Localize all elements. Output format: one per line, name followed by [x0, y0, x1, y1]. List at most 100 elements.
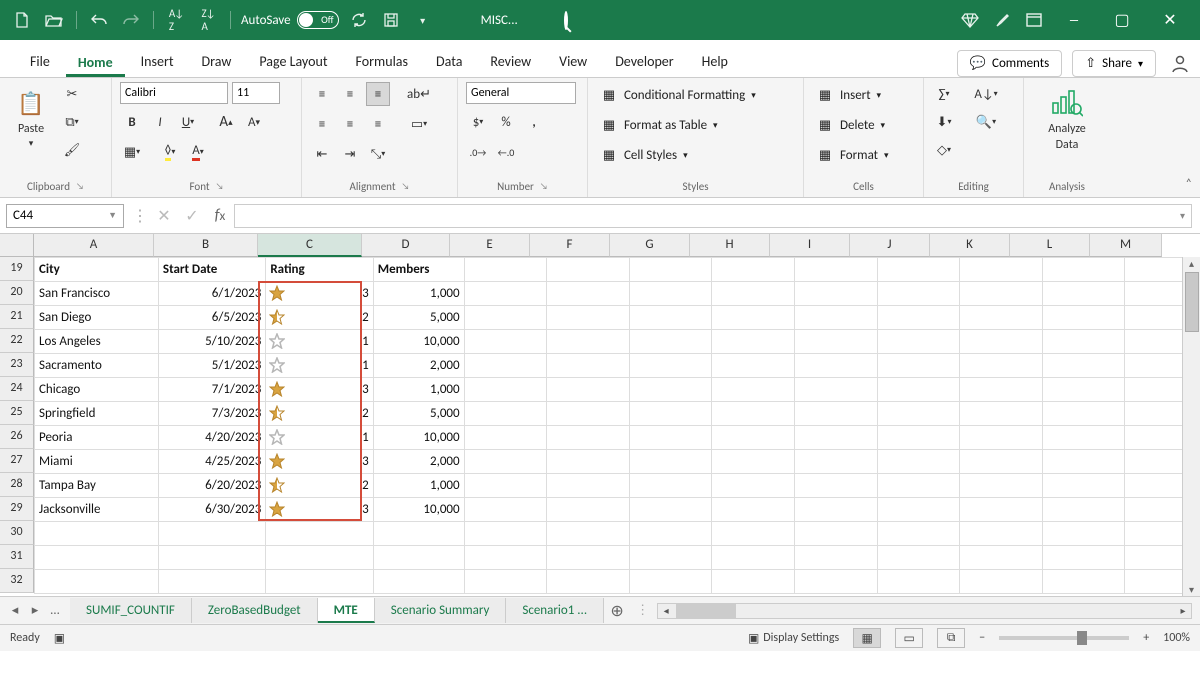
cell[interactable] [464, 570, 547, 594]
cell[interactable]: 5/1/2023 [158, 354, 265, 378]
column-header[interactable]: H [690, 234, 770, 257]
wrap-text-icon[interactable]: ab↵ [402, 82, 436, 106]
cell[interactable]: 6/5/2023 [158, 306, 265, 330]
cell[interactable] [960, 282, 1043, 306]
cell[interactable] [712, 546, 795, 570]
cell[interactable] [1042, 498, 1125, 522]
fill-color-button[interactable]: ◊▾ [158, 140, 182, 164]
cell[interactable] [877, 282, 960, 306]
cell[interactable] [712, 282, 795, 306]
save-icon[interactable] [379, 8, 403, 32]
select-all-corner[interactable] [0, 234, 34, 257]
cell[interactable] [158, 546, 265, 570]
cell[interactable]: 5/10/2023 [158, 330, 265, 354]
cell[interactable] [712, 450, 795, 474]
percent-icon[interactable]: % [494, 110, 518, 134]
orientation-icon[interactable]: ⤡▾ [366, 142, 390, 166]
cell[interactable] [158, 522, 265, 546]
cell[interactable] [35, 522, 159, 546]
cell[interactable] [373, 546, 464, 570]
view-normal-icon[interactable]: ▦ [853, 628, 881, 648]
cell[interactable]: 6/30/2023 [158, 498, 265, 522]
font-size-combo[interactable] [232, 82, 280, 104]
cell[interactable] [712, 426, 795, 450]
sort-asc-icon[interactable]: A↓Z [164, 8, 188, 32]
row-header[interactable]: 27 [0, 449, 34, 473]
row-header[interactable]: 25 [0, 401, 34, 425]
bold-button[interactable]: B [120, 110, 144, 134]
tab-developer[interactable]: Developer [603, 44, 685, 77]
cell[interactable] [547, 402, 630, 426]
view-page-layout-icon[interactable]: ▭ [895, 628, 923, 648]
cell[interactable] [712, 522, 795, 546]
cell[interactable] [1042, 546, 1125, 570]
row-header[interactable]: 30 [0, 521, 34, 545]
cell[interactable] [795, 498, 878, 522]
number-format-combo[interactable] [466, 82, 576, 104]
display-settings-button[interactable]: ▣ Display Settings [748, 631, 839, 646]
cell[interactable] [464, 402, 547, 426]
zoom-out-button[interactable]: − [979, 631, 985, 645]
column-header[interactable]: E [450, 234, 530, 257]
row-header[interactable]: 24 [0, 377, 34, 401]
cell[interactable] [629, 522, 712, 546]
shrink-font-button[interactable]: A▾ [242, 110, 266, 134]
autosave-toggle[interactable]: AutoSave Off [241, 11, 339, 29]
cell[interactable] [629, 450, 712, 474]
cell[interactable] [629, 306, 712, 330]
cell[interactable] [960, 570, 1043, 594]
cell[interactable] [795, 474, 878, 498]
new-file-icon[interactable] [10, 8, 34, 32]
cell[interactable] [629, 378, 712, 402]
cell[interactable] [1042, 426, 1125, 450]
cell[interactable] [712, 402, 795, 426]
tab-data[interactable]: Data [424, 44, 474, 77]
conditional-formatting-button[interactable]: ▦Conditional Formatting▾ [596, 82, 760, 108]
tab-help[interactable]: Help [690, 44, 740, 77]
accounting-icon[interactable]: $▾ [466, 110, 490, 134]
cell[interactable] [35, 546, 159, 570]
cell[interactable]: Start Date [158, 258, 265, 282]
cell[interactable] [960, 450, 1043, 474]
sheet-tab[interactable]: Scenario1 ... [506, 598, 604, 623]
cell[interactable] [464, 426, 547, 450]
cell[interactable] [712, 354, 795, 378]
cell[interactable]: Jacksonville [35, 498, 159, 522]
cell[interactable]: 4/25/2023 [158, 450, 265, 474]
cell[interactable] [960, 330, 1043, 354]
worksheet-grid[interactable]: 1920212223242526272829303132 ABCDEFGHIJK… [0, 234, 1200, 596]
sheet-tab[interactable]: SUMIF_COUNTIF [70, 598, 192, 623]
cell[interactable] [795, 450, 878, 474]
row-header[interactable]: 21 [0, 305, 34, 329]
tab-formulas[interactable]: Formulas [344, 44, 420, 77]
cell[interactable]: Rating [266, 258, 373, 282]
row-header[interactable]: 31 [0, 545, 34, 569]
cell[interactable] [1042, 522, 1125, 546]
hscroll-thumb[interactable] [676, 604, 736, 618]
cell[interactable] [373, 570, 464, 594]
cell[interactable] [795, 354, 878, 378]
column-header[interactable]: L [1010, 234, 1090, 257]
qat-dropdown-icon[interactable]: ▾ [411, 8, 435, 32]
comma-icon[interactable]: , [522, 110, 546, 134]
cell[interactable] [877, 426, 960, 450]
cancel-formula-icon[interactable]: ✕ [150, 204, 178, 228]
cell[interactable] [547, 570, 630, 594]
cell[interactable] [629, 570, 712, 594]
copy-icon[interactable]: ⧉▾ [60, 110, 84, 134]
maximize-button[interactable]: ▢ [1102, 0, 1142, 40]
cell[interactable] [629, 282, 712, 306]
cell[interactable] [464, 330, 547, 354]
column-header[interactable]: M [1090, 234, 1162, 257]
brush-icon[interactable] [990, 8, 1014, 32]
cell[interactable] [795, 522, 878, 546]
font-color-button[interactable]: A▾ [186, 140, 210, 164]
zoom-level[interactable]: 100% [1163, 631, 1190, 645]
cell[interactable] [877, 474, 960, 498]
column-header[interactable]: J [850, 234, 930, 257]
align-right-icon[interactable]: ≡ [366, 112, 390, 136]
column-header[interactable]: G [610, 234, 690, 257]
cell[interactable] [877, 546, 960, 570]
cell[interactable] [960, 498, 1043, 522]
cell[interactable] [266, 570, 373, 594]
